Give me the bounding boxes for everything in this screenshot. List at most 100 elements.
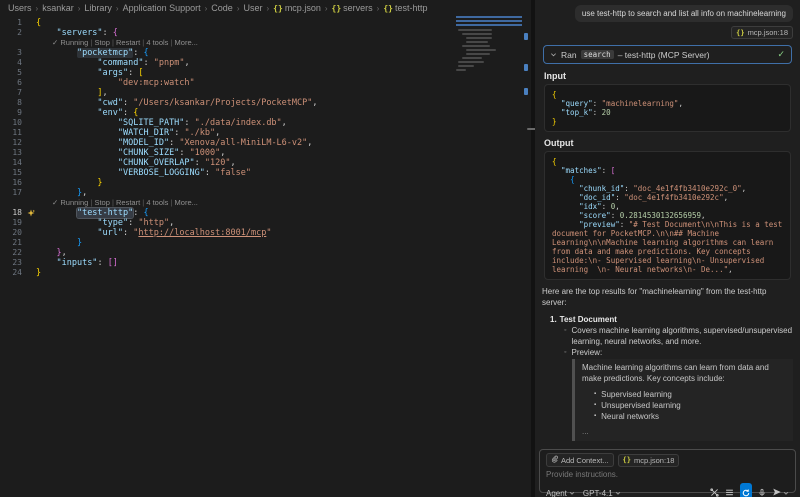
result-item: 1.Test Document◦Covers machine learning …	[542, 314, 793, 441]
context-chip-label: mcp.json:18	[748, 28, 788, 37]
result-bullet-text: Preview:	[571, 347, 602, 358]
code-line[interactable]: 5 "args": [	[0, 68, 531, 78]
add-context-button[interactable]: Add Context...	[546, 453, 614, 467]
preview-text: Machine learning algorithms can learn fr…	[582, 362, 786, 384]
codelens-stop[interactable]: Stop	[94, 38, 109, 48]
breadcrumb-label: test-http	[395, 3, 428, 13]
preview-bullet-text: Neural networks	[601, 411, 659, 422]
breadcrumb-separator: ›	[267, 4, 270, 13]
code-line[interactable]: 16 }	[0, 178, 531, 188]
code-line[interactable]: 1{	[0, 18, 531, 28]
code-line[interactable]: 4 "command": "pnpm",	[0, 58, 531, 68]
configure-tools-button[interactable]	[710, 484, 719, 497]
minimap-code-line	[466, 49, 496, 51]
code-text: "command": "pnpm",	[36, 58, 190, 68]
breadcrumb-item-test-http[interactable]: {}test-http	[383, 3, 427, 13]
chat-input[interactable]: Add Context... {} mcp.json:18 Provide in…	[539, 449, 796, 493]
code-line[interactable]: 22 },	[0, 248, 531, 258]
auto-approve-toggle[interactable]	[740, 483, 752, 497]
codelens-more-[interactable]: More...	[175, 38, 198, 48]
code-line[interactable]: 2 "servers": {	[0, 28, 531, 38]
code-line[interactable]: 23 "inputs": []	[0, 258, 531, 268]
code-line[interactable]: 19 "type": "http",	[0, 218, 531, 228]
code-text: },	[36, 248, 67, 258]
breadcrumb-separator: ›	[377, 4, 380, 13]
code-text: "pocketmcp": {	[36, 48, 149, 58]
codelens-running[interactable]: ✓ Running	[52, 198, 88, 208]
breadcrumb-item-users[interactable]: Users	[8, 3, 32, 13]
code-text: {	[36, 18, 41, 28]
breadcrumb-item-mcp-json[interactable]: {}mcp.json	[273, 3, 321, 13]
breadcrumb-label: servers	[343, 3, 373, 13]
breadcrumb-item-library[interactable]: Library	[84, 3, 112, 13]
mode-select[interactable]: Agent	[546, 489, 575, 497]
voice-button[interactable]	[758, 484, 766, 497]
minimap-highlight	[456, 24, 522, 26]
code-line[interactable]: 6 "dev:mcp:watch"	[0, 78, 531, 88]
code-line[interactable]: 8 "cwd": "/Users/ksankar/Projects/Pocket…	[0, 98, 531, 108]
code-line[interactable]: 15 "VERBOSE_LOGGING": "false"	[0, 168, 531, 178]
breadcrumb-item-ksankar[interactable]: ksankar	[42, 3, 74, 13]
breadcrumb-separator: ›	[36, 4, 39, 13]
preview-bullet-text: Supervised learning	[601, 389, 672, 400]
code-line[interactable]: 10 "SQLITE_PATH": "./data/index.db",	[0, 118, 531, 128]
code-line[interactable]: 12 "MODEL_ID": "Xenova/all-MiniLM-L6-v2"…	[0, 138, 531, 148]
code-line[interactable]: 20 "url": "http://localhost:8001/mcp"	[0, 228, 531, 238]
minimap[interactable]	[456, 16, 522, 126]
codelens-more-[interactable]: More...	[175, 198, 198, 208]
code-line[interactable]: 21 }	[0, 238, 531, 248]
code-line[interactable]: 17 },	[0, 188, 531, 198]
tool-input-label: Input	[544, 71, 793, 81]
chat-messages: use test-http to search and list all inf…	[535, 0, 800, 447]
model-select[interactable]: GPT-4.1	[583, 489, 621, 497]
line-number: 9	[0, 108, 36, 118]
message-context-chip[interactable]: {} mcp.json:18	[731, 26, 793, 39]
breadcrumb-item-code[interactable]: Code	[211, 3, 233, 13]
breadcrumb-label: ksankar	[42, 3, 74, 13]
model-select-label: GPT-4.1	[583, 489, 613, 497]
chat-input-placeholder: Provide instructions.	[546, 470, 789, 479]
composer-actions	[710, 483, 789, 497]
editor-code[interactable]: 1{2 "servers": {✓ Running | Stop | Resta…	[0, 16, 531, 278]
code-line[interactable]: 11 "WATCH_DIR": "./kb",	[0, 128, 531, 138]
response-results: 1.Test Document◦Covers machine learning …	[542, 314, 793, 447]
code-line[interactable]: 3 "pocketmcp": {	[0, 48, 531, 58]
code-line[interactable]: 18 "test-http": {	[0, 208, 531, 218]
breadcrumb-item-application-support[interactable]: Application Support	[123, 3, 201, 13]
code-line[interactable]: 14 "CHUNK_OVERLAP": "120",	[0, 158, 531, 168]
composer-context-chip[interactable]: {} mcp.json:18	[618, 454, 680, 467]
codelens-4-tools[interactable]: 4 tools	[146, 38, 168, 48]
codelens-running[interactable]: ✓ Running	[52, 38, 88, 48]
code-line: "preview": "# Test Document\n\nThis is a…	[552, 220, 783, 274]
preview-quote: Machine learning algorithms can learn fr…	[572, 359, 793, 441]
breadcrumb-item-servers[interactable]: {}servers	[332, 3, 373, 13]
breadcrumb-separator: ›	[237, 4, 240, 13]
composer-chips: Add Context... {} mcp.json:18	[546, 453, 789, 467]
minimap-code-line	[462, 57, 482, 59]
code-line[interactable]: 7 ],	[0, 88, 531, 98]
codelens-restart[interactable]: Restart	[116, 198, 140, 208]
copilot-sparkle-icon[interactable]	[27, 209, 35, 217]
instructions-list-button[interactable]	[725, 484, 734, 497]
ruler-decoration	[524, 64, 528, 71]
codelens-4-tools[interactable]: 4 tools	[146, 198, 168, 208]
code-line: "score": 0.2814530132656959,	[552, 211, 783, 220]
code-text: "dev:mcp:watch"	[36, 78, 195, 88]
tool-call-header[interactable]: Ran search – test-http (MCP Server) ✓	[543, 45, 792, 64]
code-line: {	[552, 175, 783, 184]
code-line[interactable]: 24}	[0, 268, 531, 278]
send-button[interactable]	[772, 484, 789, 497]
line-number: 7	[0, 88, 36, 98]
breadcrumb-item-user[interactable]: User	[243, 3, 262, 13]
line-number: 3	[0, 48, 36, 58]
codelens-restart[interactable]: Restart	[116, 38, 140, 48]
codelens-stop[interactable]: Stop	[94, 198, 109, 208]
breadcrumb-label: mcp.json	[285, 3, 321, 13]
line-number: 21	[0, 238, 36, 248]
code-line[interactable]: 13 "CHUNK_SIZE": "1000",	[0, 148, 531, 158]
square-bullet-icon: ▪	[594, 400, 596, 411]
code-line[interactable]: 9 "env": {	[0, 108, 531, 118]
minimap-code-line	[456, 69, 466, 71]
code-line: {	[552, 157, 783, 166]
line-number: 17	[0, 188, 36, 198]
